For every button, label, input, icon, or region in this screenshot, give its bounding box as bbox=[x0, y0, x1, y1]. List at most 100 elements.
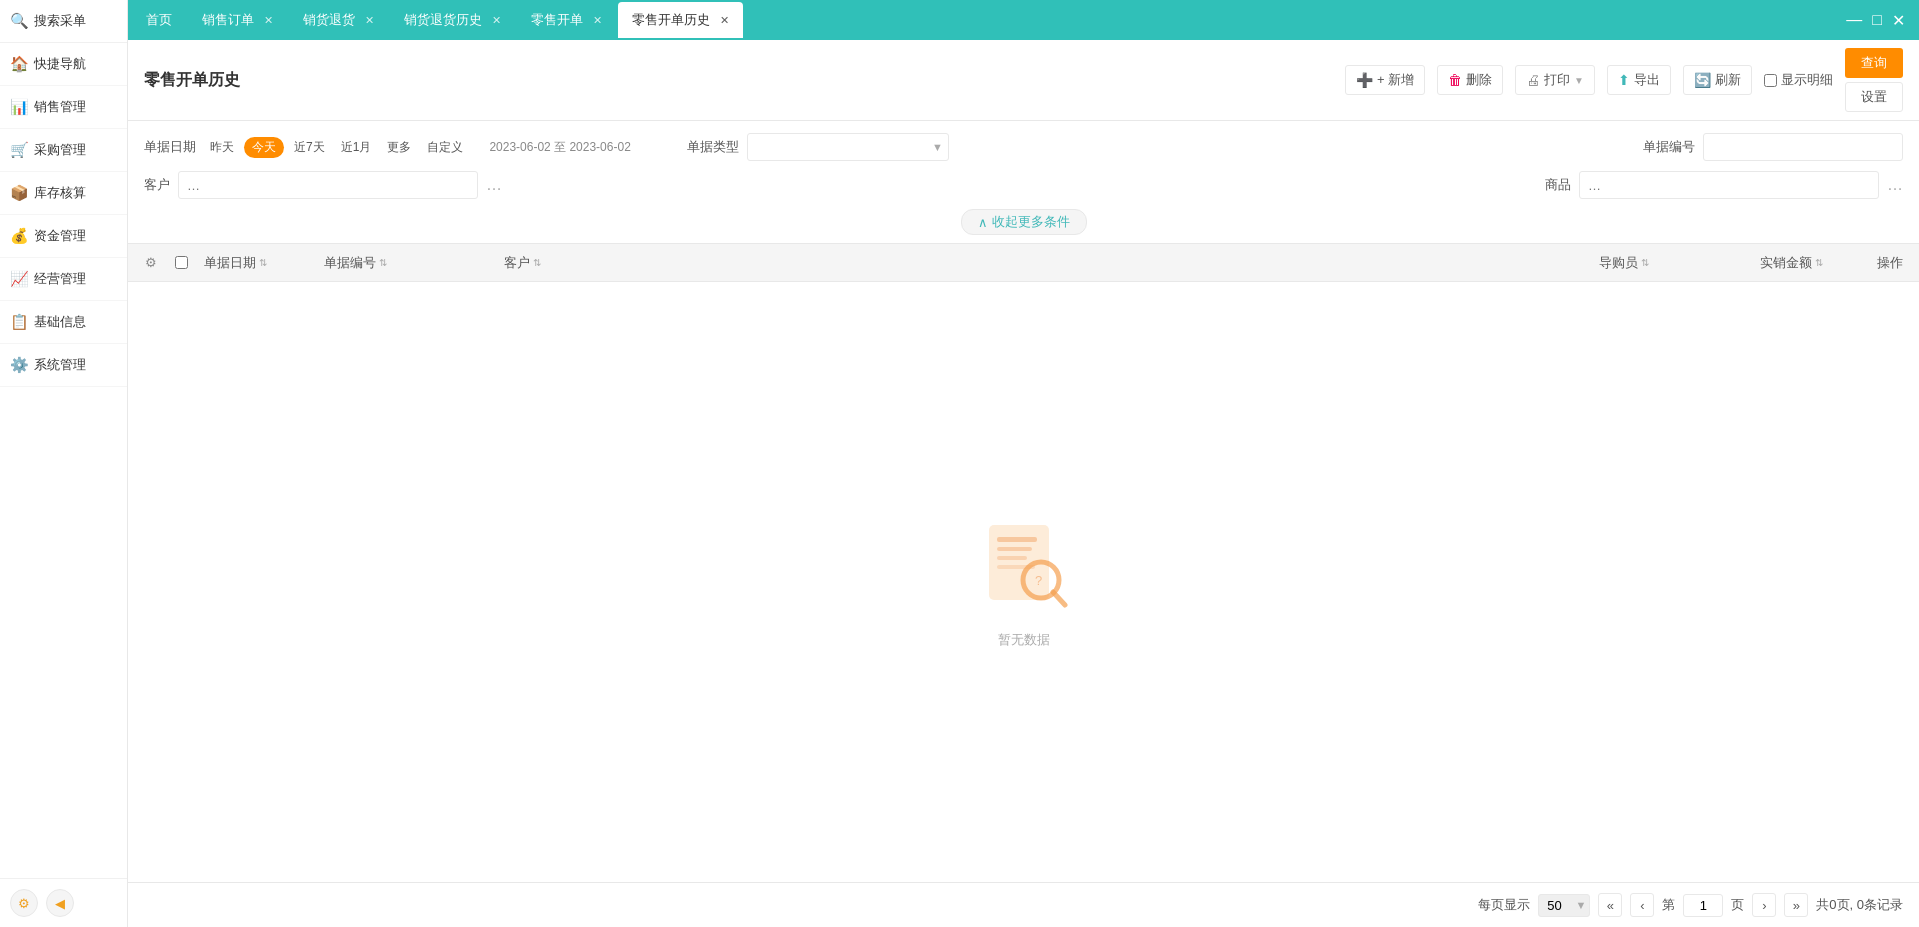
tab-home[interactable]: 首页 bbox=[132, 2, 186, 38]
filter-row-2: 客户 … 商品 … bbox=[144, 171, 1903, 199]
sidebar-item-basic-info[interactable]: 📋 基础信息 bbox=[0, 301, 127, 344]
column-settings-button[interactable]: ⚙ bbox=[136, 255, 166, 270]
page-label: 第 bbox=[1662, 896, 1675, 914]
window-maximize-button[interactable]: □ bbox=[1872, 11, 1882, 29]
search-icon: 🔍 bbox=[10, 12, 28, 30]
delete-button[interactable]: 🗑 删除 bbox=[1437, 65, 1503, 95]
sidebar-item-sales-mgmt[interactable]: 📊 销售管理 bbox=[0, 86, 127, 129]
sidebar-item-quick-nav[interactable]: 🏠 快捷导航 bbox=[0, 43, 127, 86]
date-range-display: 2023-06-02 至 2023-06-02 bbox=[489, 139, 630, 156]
export-button[interactable]: ⬆ 导出 bbox=[1607, 65, 1671, 95]
col-header-guide[interactable]: 导购员 ⇅ bbox=[1591, 254, 1711, 272]
first-page-button[interactable]: « bbox=[1598, 893, 1622, 917]
tab-sales-order-label: 销售订单 bbox=[202, 11, 254, 29]
page-size-select[interactable]: 50 10 20 100 bbox=[1538, 894, 1590, 917]
sidebar-item-inventory[interactable]: 📦 库存核算 bbox=[0, 172, 127, 215]
prev-page-icon: ‹ bbox=[1640, 898, 1644, 913]
doc-num-label: 单据编号 bbox=[1643, 138, 1695, 156]
tab-retail-open[interactable]: 零售开单 ✕ bbox=[517, 2, 616, 38]
tab-close-retail-history[interactable]: ✕ bbox=[720, 14, 729, 27]
export-icon: ⬆ bbox=[1618, 72, 1630, 88]
today-btn[interactable]: 今天 bbox=[244, 137, 284, 158]
empty-illustration: ? bbox=[969, 515, 1079, 615]
sidebar-search[interactable]: 🔍 搜索采单 bbox=[0, 0, 127, 43]
customer-input[interactable] bbox=[178, 171, 478, 199]
select-all-checkbox[interactable] bbox=[166, 256, 196, 269]
last-page-button[interactable]: » bbox=[1784, 893, 1808, 917]
collapse-button[interactable]: ∧ 收起更多条件 bbox=[961, 209, 1087, 235]
next-page-button[interactable]: › bbox=[1752, 893, 1776, 917]
col-header-date[interactable]: 单据日期 ⇅ bbox=[196, 254, 316, 272]
print-icon: 🖨 bbox=[1526, 72, 1540, 88]
page-number-input[interactable] bbox=[1683, 894, 1723, 917]
sidebar-item-label: 快捷导航 bbox=[34, 55, 86, 73]
sidebar-item-label: 资金管理 bbox=[34, 227, 86, 245]
doc-type-field: 单据类型 ▼ bbox=[687, 133, 949, 161]
tab-retail-history[interactable]: 零售开单历史 ✕ bbox=[618, 2, 743, 38]
more-btn[interactable]: 更多 bbox=[381, 137, 417, 158]
col-header-customer[interactable]: 客户 ⇅ bbox=[496, 254, 1591, 272]
toolbar: 零售开单历史 ➕ + 新增 🗑 删除 🖨 打印 ▼ ⬆ 导出 🔄 刷新 显示明细… bbox=[128, 40, 1919, 121]
doc-type-select[interactable] bbox=[747, 133, 949, 161]
sidebar-item-operations[interactable]: 📈 经营管理 bbox=[0, 258, 127, 301]
goods-more-icon[interactable]: … bbox=[1887, 176, 1903, 194]
refresh-icon: 🔄 bbox=[1694, 72, 1711, 88]
custom-btn[interactable]: 自定义 bbox=[421, 137, 469, 158]
tab-sales-return[interactable]: 销货退货 ✕ bbox=[289, 2, 388, 38]
purchase-icon: 🛒 bbox=[10, 141, 28, 159]
tab-close-sales-return-history[interactable]: ✕ bbox=[492, 14, 501, 27]
col-header-number[interactable]: 单据编号 ⇅ bbox=[316, 254, 496, 272]
window-minimize-button[interactable]: — bbox=[1846, 11, 1862, 29]
refresh-button-label: 刷新 bbox=[1715, 71, 1741, 89]
collapse-up-icon: ∧ bbox=[978, 215, 988, 230]
col-header-amount[interactable]: 实销金额 ⇅ bbox=[1711, 254, 1831, 272]
main-area: 首页 销售订单 ✕ 销货退货 ✕ 销货退货历史 ✕ 零售开单 ✕ 零售开单历史 … bbox=[128, 0, 1919, 927]
sidebar-item-purchase-mgmt[interactable]: 🛒 采购管理 bbox=[0, 129, 127, 172]
print-button[interactable]: 🖨 打印 ▼ bbox=[1515, 65, 1595, 95]
setting-button[interactable]: 设置 bbox=[1845, 82, 1903, 112]
tab-close-sales-order[interactable]: ✕ bbox=[264, 14, 273, 27]
date-filter-label: 单据日期 bbox=[144, 138, 196, 156]
sidebar-item-label: 采购管理 bbox=[34, 141, 86, 159]
query-button[interactable]: 查询 bbox=[1845, 48, 1903, 78]
date-quick-buttons: 昨天 今天 近7天 近1月 更多 自定义 bbox=[204, 137, 469, 158]
page-size-wrapper: 50 10 20 100 ▼ bbox=[1538, 894, 1590, 917]
col-header-amount-label: 实销金额 bbox=[1760, 254, 1812, 272]
display-detail-checkbox[interactable]: 显示明细 bbox=[1764, 71, 1833, 89]
goods-input[interactable] bbox=[1579, 171, 1879, 199]
collapse-sidebar-button[interactable]: ◀ bbox=[46, 889, 74, 917]
tab-sales-order[interactable]: 销售订单 ✕ bbox=[188, 2, 287, 38]
yesterday-btn[interactable]: 昨天 bbox=[204, 137, 240, 158]
add-icon: ➕ bbox=[1356, 72, 1373, 88]
sort-date-icon: ⇅ bbox=[259, 257, 267, 268]
window-close-button[interactable]: ✕ bbox=[1892, 11, 1905, 30]
doc-num-field: 单据编号 bbox=[1643, 133, 1903, 161]
col-header-customer-label: 客户 bbox=[504, 254, 530, 272]
tab-sales-return-history[interactable]: 销货退货历史 ✕ bbox=[390, 2, 515, 38]
add-button[interactable]: ➕ + 新增 bbox=[1345, 65, 1425, 95]
customer-label: 客户 bbox=[144, 176, 170, 194]
sidebar-item-finance[interactable]: 💰 资金管理 bbox=[0, 215, 127, 258]
sidebar-item-system[interactable]: ⚙️ 系统管理 bbox=[0, 344, 127, 387]
month1-btn[interactable]: 近1月 bbox=[335, 137, 378, 158]
system-icon: ⚙️ bbox=[10, 356, 28, 374]
date-filter-field: 单据日期 昨天 今天 近7天 近1月 更多 自定义 bbox=[144, 137, 469, 158]
content-area: ⚙ 单据日期 ⇅ 单据编号 ⇅ 客户 ⇅ 导购员 ⇅ 实销金额 bbox=[128, 244, 1919, 927]
week7-btn[interactable]: 近7天 bbox=[288, 137, 331, 158]
tab-close-retail-open[interactable]: ✕ bbox=[593, 14, 602, 27]
refresh-button[interactable]: 🔄 刷新 bbox=[1683, 65, 1752, 95]
sidebar-item-label: 系统管理 bbox=[34, 356, 86, 374]
delete-button-label: 删除 bbox=[1466, 71, 1492, 89]
sort-customer-icon: ⇅ bbox=[533, 257, 541, 268]
col-header-number-label: 单据编号 bbox=[324, 254, 376, 272]
settings-button[interactable]: ⚙ bbox=[10, 889, 38, 917]
sidebar: 🔍 搜索采单 🏠 快捷导航 📊 销售管理 🛒 采购管理 📦 库存核算 💰 资金管… bbox=[0, 0, 128, 927]
doc-num-input[interactable] bbox=[1703, 133, 1903, 161]
prev-page-button[interactable]: ‹ bbox=[1630, 893, 1654, 917]
display-detail-input[interactable] bbox=[1764, 74, 1777, 87]
home-icon: 🏠 bbox=[10, 55, 28, 73]
tab-close-sales-return[interactable]: ✕ bbox=[365, 14, 374, 27]
select-all-input[interactable] bbox=[175, 256, 188, 269]
print-dropdown-icon[interactable]: ▼ bbox=[1574, 75, 1584, 86]
customer-more-icon[interactable]: … bbox=[486, 176, 502, 194]
